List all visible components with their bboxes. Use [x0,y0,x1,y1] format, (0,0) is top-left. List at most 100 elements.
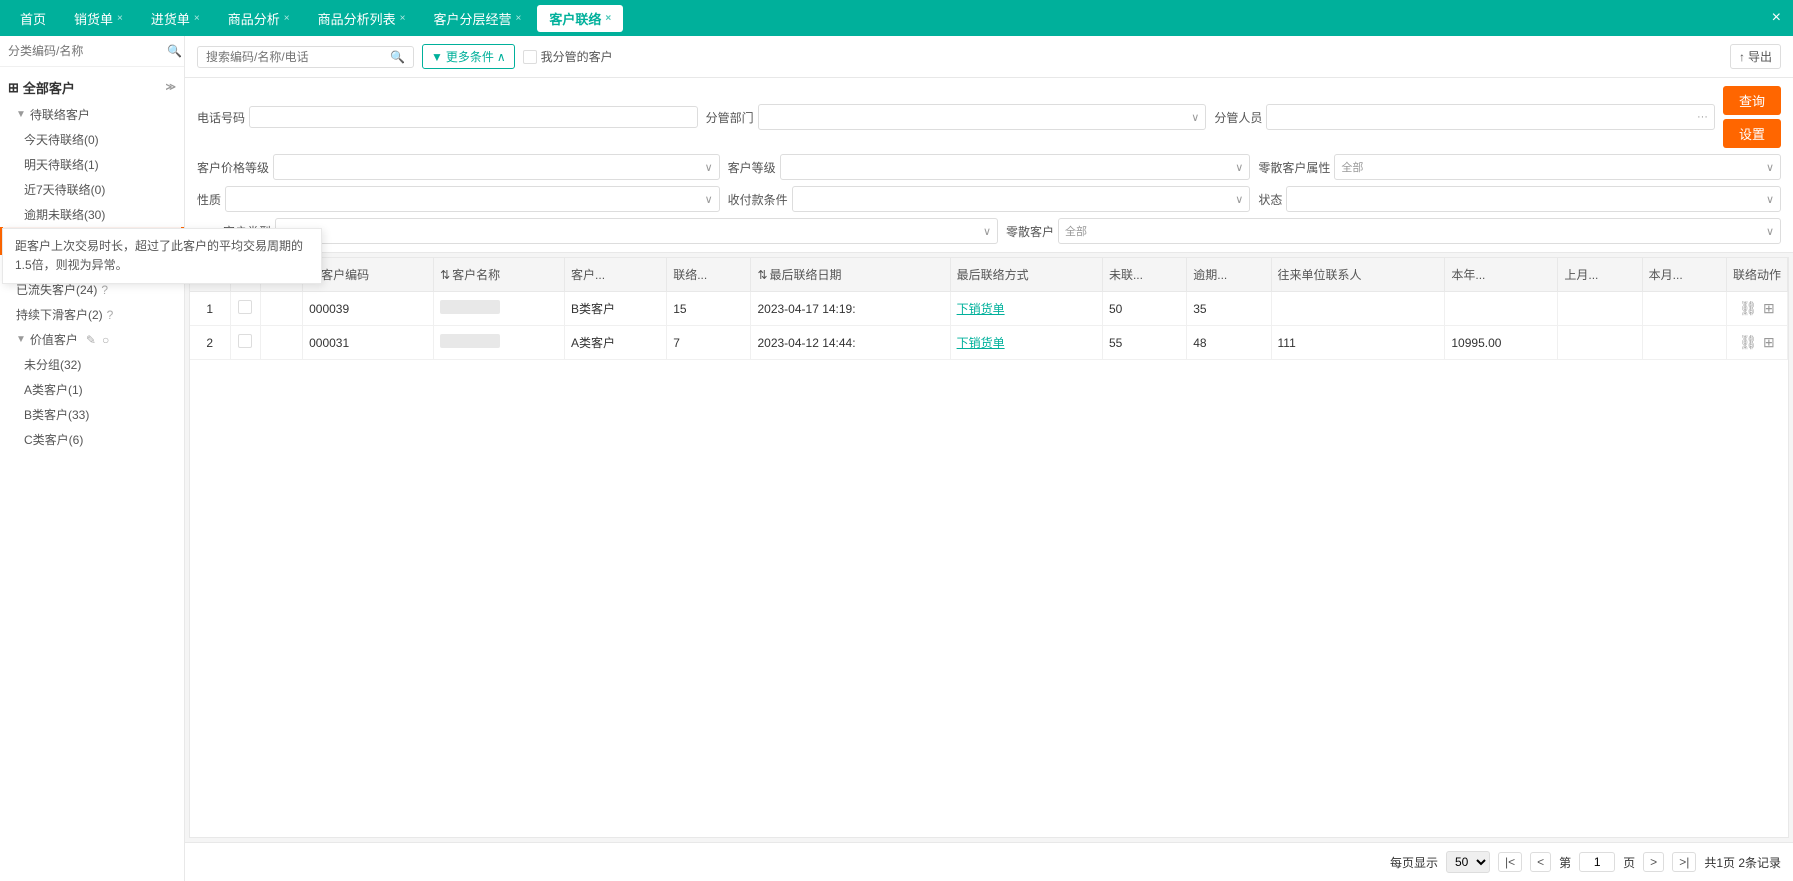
value-customer-header[interactable]: ▼ 价值客户 ✎ ○ [8,327,184,352]
toolbar: 🔍 ▼ 更多条件 ∧ 我分管的客户 ↑ 导出 [185,36,1793,78]
row1-last-month [1558,292,1642,326]
per-page-select[interactable]: 50 [1446,851,1490,873]
close-sales-tab[interactable]: × [117,13,123,24]
payment-chevron: ∨ [1235,193,1243,206]
sidebar-search-input[interactable] [8,44,163,58]
gender-select[interactable]: ∨ [225,186,720,212]
value-customer-section: ▼ 价值客户 ✎ ○ 未分组(32) A类客户(1) B类客户(33) C类客户… [0,327,184,452]
sidebar-search-icon[interactable]: 🔍 [167,44,182,58]
col-name[interactable]: ⇅ 客户名称 [434,258,565,292]
main-search-input[interactable] [206,50,386,64]
person-select[interactable]: ··· [1266,104,1715,130]
row1-link-icon[interactable]: ⛓ [1739,300,1757,317]
page-number-input[interactable] [1579,852,1615,872]
edit-icon[interactable]: ✎ [86,333,96,347]
row1-last-contact-method[interactable]: 下销货单 [950,292,1102,326]
total-info: 共1页 2条记录 [1704,854,1781,871]
customer-level-select[interactable]: ∨ [780,154,1251,180]
payment-select[interactable]: ∨ [792,186,1251,212]
col-this-month: 本月... [1642,258,1726,292]
row1-checkbox[interactable] [238,300,252,314]
row2-grid-icon[interactable]: ⊞ [1763,334,1775,351]
sidebar-tomorrow-contact[interactable]: 明天待联络(1) [8,152,184,177]
close-all-tabs[interactable]: × [1772,9,1781,27]
col-last-month: 上月... [1558,258,1642,292]
nav-tab-customer-tier[interactable]: 客户分层经营 × [421,5,533,32]
my-customers-wrap[interactable]: 我分管的客户 [523,48,613,65]
row1-check[interactable] [230,292,260,326]
row2-last-contact-method[interactable]: 下销货单 [950,326,1102,360]
prev-page-btn[interactable]: < [1530,852,1551,872]
customer-level-chevron: ∨ [1235,161,1243,174]
plus-icon[interactable]: ○ [102,333,109,347]
sidebar-ungrouped[interactable]: 未分组(32) [8,352,184,377]
col-code[interactable]: ⇅ 客户编码 [303,258,434,292]
sidebar-week-contact[interactable]: 近7天待联络(0) [8,177,184,202]
row2-settings [260,326,303,360]
sidebar-c-class[interactable]: C类客户(6) [8,427,184,452]
close-customer-contact-tab[interactable]: × [605,13,611,24]
help-icon-declining[interactable]: ? [107,308,114,322]
my-customers-checkbox[interactable] [523,50,537,64]
nav-tab-customer-contact[interactable]: 客户联络 × [537,5,623,32]
retail-customer-select[interactable]: 全部 ∨ [1058,218,1781,244]
customer-level-label: 客户等级 [728,159,776,176]
retail-attr-chevron: ∨ [1766,161,1774,174]
row1-name [434,292,565,326]
customer-type-select[interactable]: ∨ [275,218,998,244]
table-row: 2 000031 A类客户 7 2023-04-12 14:44: 下销货单 [190,326,1788,360]
person-dots[interactable]: ··· [1697,111,1708,123]
last-page-btn[interactable]: >| [1672,852,1696,872]
gender-field: 性质 ∨ [197,186,720,212]
nav-tab-analysis[interactable]: 商品分析 × [216,5,302,32]
export-btn[interactable]: ↑ 导出 [1730,44,1781,69]
price-level-select[interactable]: ∨ [273,154,720,180]
close-customer-tier-tab[interactable]: × [515,13,521,24]
dept-select[interactable]: ∨ [758,104,1207,130]
row2-uncontacted: 55 [1102,326,1186,360]
retail-attr-select[interactable]: 全部 ∨ [1334,154,1781,180]
retail-customer-chevron: ∨ [1766,225,1774,238]
phone-input[interactable] [249,106,698,128]
help-icon-lost[interactable]: ? [101,283,108,297]
row2-check[interactable] [230,326,260,360]
more-conditions-btn[interactable]: ▼ 更多条件 ∧ [422,44,515,69]
sidebar-b-class[interactable]: B类客户(33) [8,402,184,427]
row2-checkbox[interactable] [238,334,252,348]
sidebar-today-contact[interactable]: 今天待联络(0) [8,127,184,152]
dept-chevron: ∨ [1191,111,1199,124]
next-page-btn[interactable]: > [1643,852,1664,872]
sidebar-overdue-contact[interactable]: 逾期未联络(30) [8,202,184,227]
close-purchase-tab[interactable]: × [194,13,200,24]
close-analysis-list-tab[interactable]: × [400,13,406,24]
row1-contact-count: 15 [667,292,751,326]
pending-contact-header[interactable]: ▼ 待联络客户 [8,102,184,127]
close-analysis-tab[interactable]: × [284,13,290,24]
settings-btn[interactable]: 设置 [1723,119,1781,148]
sidebar-root[interactable]: ⊞ 全部客户 ≫ [0,73,184,102]
row1-overdue: 35 [1187,292,1271,326]
root-collapse-icon[interactable]: ≫ [166,82,176,93]
sidebar-a-class[interactable]: A类客户(1) [8,377,184,402]
col-last-contact-date[interactable]: ⇅ 最后联络日期 [751,258,950,292]
action-btns: 查询 设置 [1723,86,1781,148]
row1-settings [260,292,303,326]
row2-name [434,326,565,360]
nav-tab-purchase[interactable]: 进货单 × [139,5,212,32]
data-table-area: ⚙ ⇅ 客户编码 ⇅ 客户名称 [189,257,1789,838]
row1-grid-icon[interactable]: ⊞ [1763,300,1775,317]
sidebar-declining-customers[interactable]: 持续下滑客户(2) ? [0,302,184,327]
main-search-icon[interactable]: 🔍 [390,50,405,64]
nav-tab-analysis-list[interactable]: 商品分析列表 × [306,5,418,32]
first-page-btn[interactable]: |< [1498,852,1522,872]
payment-field: 收付款条件 ∨ [728,186,1251,212]
col-action: 联络动作 [1726,258,1787,292]
phone-field: 电话号码 [197,106,698,128]
nav-tab-home[interactable]: 首页 [8,5,58,32]
nav-tab-sales[interactable]: 销货单 × [62,5,135,32]
query-btn[interactable]: 查询 [1723,86,1781,115]
retail-customer-label: 零散客户 [1006,223,1054,240]
row1-this-year [1445,292,1558,326]
row2-link-icon[interactable]: ⛓ [1739,334,1757,351]
status-select[interactable]: ∨ [1286,186,1781,212]
